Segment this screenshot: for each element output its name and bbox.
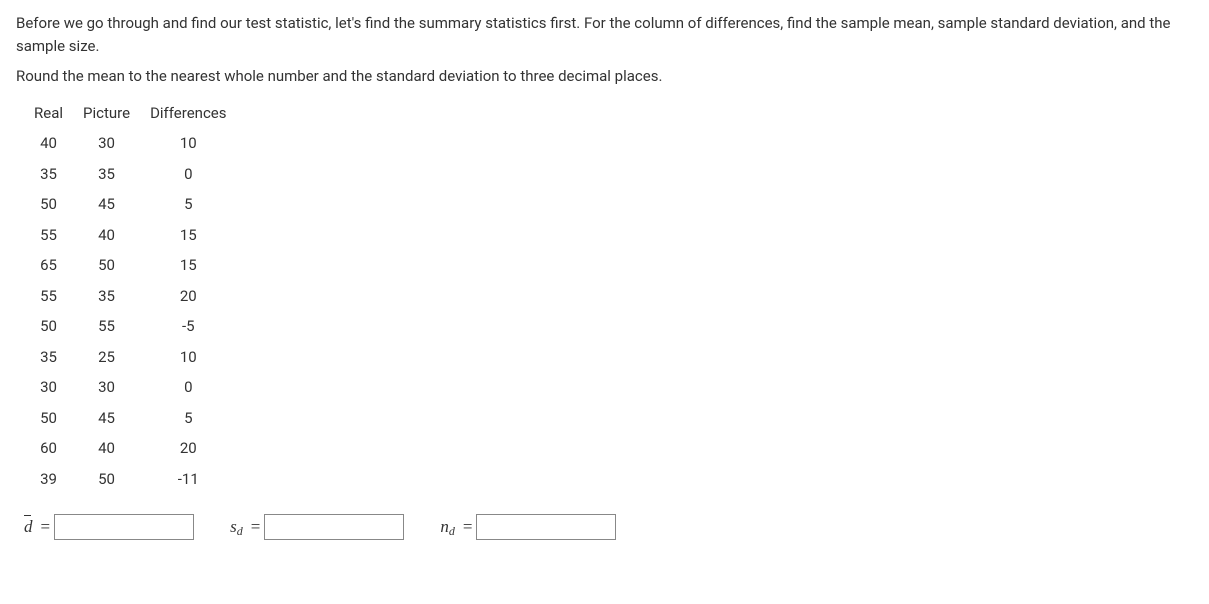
table-cell: 40 xyxy=(73,433,140,464)
table-row: 50455 xyxy=(24,189,237,220)
table-cell: 30 xyxy=(73,128,140,159)
table-row: 655015 xyxy=(24,250,237,281)
table-cell: 40 xyxy=(24,128,73,159)
header-real: Real xyxy=(24,98,73,129)
dbar-label: d xyxy=(24,514,33,540)
answer-group-nd: nd = xyxy=(440,514,616,540)
answer-group-sd: sd = xyxy=(230,514,404,540)
data-table: Real Picture Differences 403010353505045… xyxy=(24,98,237,495)
table-cell: 35 xyxy=(24,342,73,373)
answer-row: d = sd = nd = xyxy=(24,514,1193,540)
nd-label: nd xyxy=(440,514,455,540)
table-cell: 50 xyxy=(73,464,140,495)
instructions-block: Before we go through and find our test s… xyxy=(16,12,1193,88)
sd-input[interactable] xyxy=(264,514,404,540)
table-cell: 50 xyxy=(24,311,73,342)
table-cell: 25 xyxy=(73,342,140,373)
sd-label: sd xyxy=(230,514,243,540)
table-cell: 15 xyxy=(140,250,236,281)
table-row: 35350 xyxy=(24,159,237,190)
table-cell: 40 xyxy=(73,220,140,251)
table-cell: 45 xyxy=(73,189,140,220)
table-cell: 30 xyxy=(73,372,140,403)
table-cell: 50 xyxy=(73,250,140,281)
table-cell: 0 xyxy=(140,159,236,190)
table-cell: 15 xyxy=(140,220,236,251)
table-row: 5055-5 xyxy=(24,311,237,342)
table-row: 352510 xyxy=(24,342,237,373)
table-cell: 10 xyxy=(140,342,236,373)
table-cell: 20 xyxy=(140,433,236,464)
table-cell: 20 xyxy=(140,281,236,312)
table-cell: 39 xyxy=(24,464,73,495)
table-row: 3950-11 xyxy=(24,464,237,495)
instruction-paragraph-2: Round the mean to the nearest whole numb… xyxy=(16,65,1193,88)
table-cell: 50 xyxy=(24,189,73,220)
instruction-paragraph-1: Before we go through and find our test s… xyxy=(16,12,1193,57)
table-row: 50455 xyxy=(24,403,237,434)
nd-input[interactable] xyxy=(476,514,616,540)
table-cell: 5 xyxy=(140,189,236,220)
table-row: 403010 xyxy=(24,128,237,159)
table-row: 604020 xyxy=(24,433,237,464)
sd-equals: = xyxy=(251,514,261,540)
table-cell: 50 xyxy=(24,403,73,434)
table-cell: 35 xyxy=(24,159,73,190)
table-cell: 45 xyxy=(73,403,140,434)
table-cell: 65 xyxy=(24,250,73,281)
table-cell: 5 xyxy=(140,403,236,434)
table-cell: 0 xyxy=(140,372,236,403)
table-cell: 35 xyxy=(73,159,140,190)
table-row: 553520 xyxy=(24,281,237,312)
answer-group-dbar: d = xyxy=(24,514,194,540)
nd-equals: = xyxy=(463,514,473,540)
table-cell: 30 xyxy=(24,372,73,403)
table-cell: -5 xyxy=(140,311,236,342)
table-cell: 55 xyxy=(24,281,73,312)
table-cell: 55 xyxy=(73,311,140,342)
table-row: 554015 xyxy=(24,220,237,251)
table-cell: 55 xyxy=(24,220,73,251)
dbar-equals: = xyxy=(41,514,51,540)
header-picture: Picture xyxy=(73,98,140,129)
dbar-input[interactable] xyxy=(54,514,194,540)
table-cell: 10 xyxy=(140,128,236,159)
table-row: 30300 xyxy=(24,372,237,403)
header-differences: Differences xyxy=(140,98,236,129)
table-header-row: Real Picture Differences xyxy=(24,98,237,129)
table-cell: -11 xyxy=(140,464,236,495)
table-cell: 60 xyxy=(24,433,73,464)
table-cell: 35 xyxy=(73,281,140,312)
